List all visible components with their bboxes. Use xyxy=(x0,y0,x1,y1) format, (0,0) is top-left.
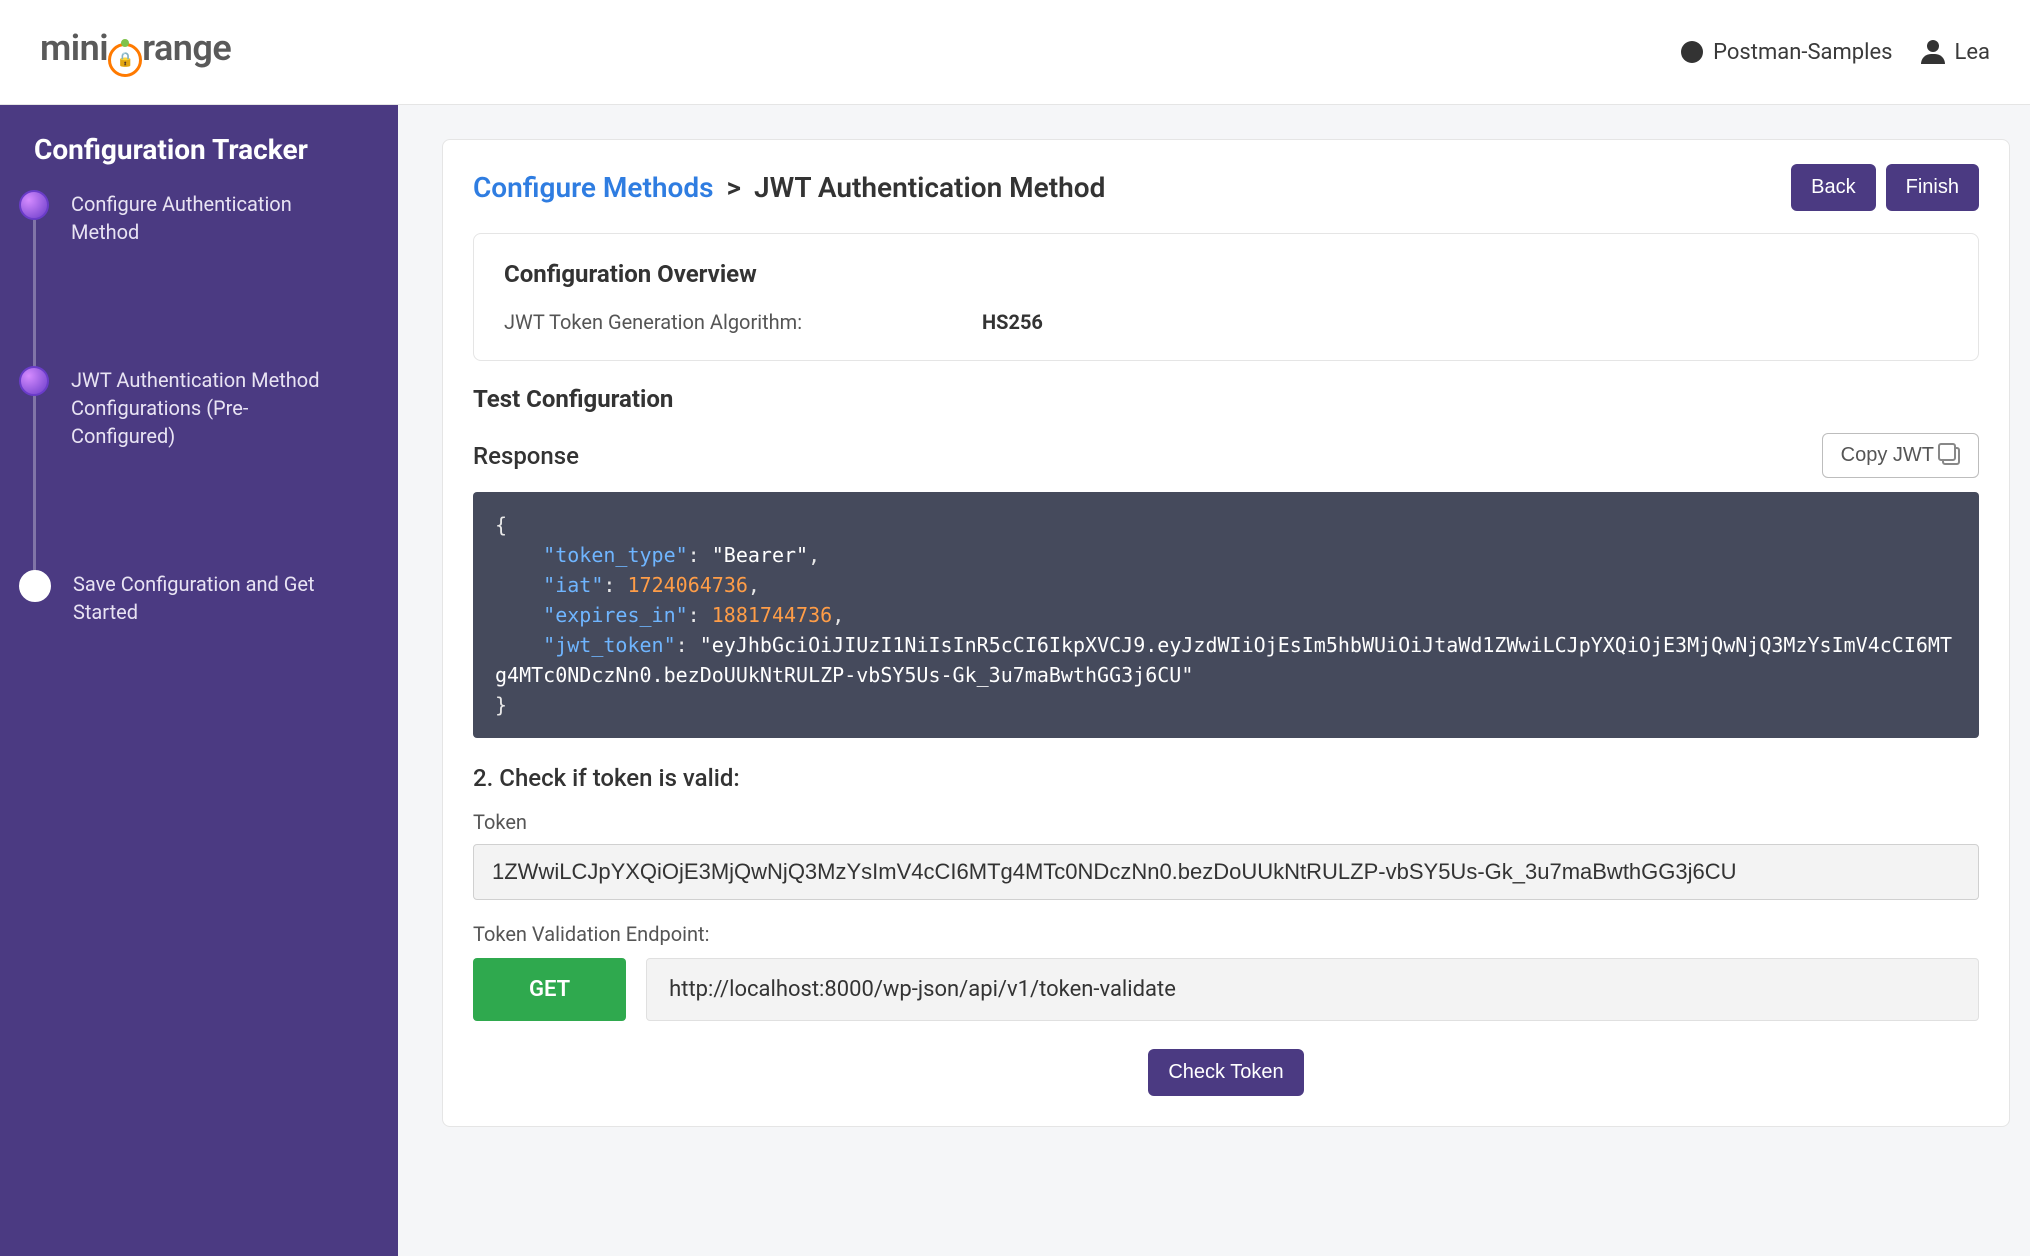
sidebar-title: Configuration Tracker xyxy=(34,133,368,166)
breadcrumb: Configure Methods > JWT Authentication M… xyxy=(473,171,1105,204)
step-marker-icon xyxy=(19,570,51,602)
algo-label: JWT Token Generation Algorithm: xyxy=(504,310,802,334)
topbar-right: Postman-Samples Lea xyxy=(1681,40,1990,65)
step-1-label: Configure Authentication Method xyxy=(71,190,351,246)
logo[interactable]: mini🔒range xyxy=(40,27,231,77)
copy-jwt-button[interactable]: Copy JWT xyxy=(1822,433,1979,478)
algo-value: HS256 xyxy=(982,310,1043,334)
postman-label: Postman-Samples xyxy=(1713,40,1892,65)
endpoint-url[interactable]: http://localhost:8000/wp-json/api/v1/tok… xyxy=(646,958,1979,1021)
postman-icon xyxy=(1681,41,1703,63)
back-button[interactable]: Back xyxy=(1791,164,1875,211)
user-dropdown[interactable]: Lea xyxy=(1921,40,1990,65)
step-marker-icon xyxy=(19,366,49,396)
endpoint-label: Token Validation Endpoint: xyxy=(473,922,1979,946)
topbar: mini🔒range Postman-Samples Lea xyxy=(0,0,2030,105)
breadcrumb-root-link[interactable]: Configure Methods xyxy=(473,171,714,204)
test-config-title: Test Configuration xyxy=(473,385,1979,413)
breadcrumb-sep: > xyxy=(726,171,741,204)
token-input[interactable] xyxy=(473,844,1979,900)
sidebar: Configuration Tracker Configure Authenti… xyxy=(0,105,398,1256)
finish-button[interactable]: Finish xyxy=(1886,164,1979,211)
check-token-button[interactable]: Check Token xyxy=(1148,1049,1303,1096)
step-marker-icon xyxy=(19,190,49,220)
http-method-badge: GET xyxy=(473,958,626,1021)
step-3-label: Save Configuration and Get Started xyxy=(73,570,353,626)
logo-post: range xyxy=(142,27,231,69)
config-overview-title: Configuration Overview xyxy=(504,260,1948,288)
main-content: Configure Methods > JWT Authentication M… xyxy=(398,105,2030,1256)
step-2-label: JWT Authentication Method Configurations… xyxy=(71,366,351,450)
postman-samples-link[interactable]: Postman-Samples xyxy=(1681,40,1892,65)
copy-jwt-label: Copy JWT xyxy=(1841,444,1934,467)
response-json[interactable]: { "token_type": "Bearer", "iat": 1724064… xyxy=(473,492,1979,738)
tracker-step-2[interactable]: JWT Authentication Method Configurations… xyxy=(68,366,368,570)
token-label: Token xyxy=(473,810,1979,834)
user-icon xyxy=(1921,40,1945,64)
tracker-step-3[interactable]: Save Configuration and Get Started xyxy=(68,570,368,626)
logo-pre: mini xyxy=(40,27,108,69)
copy-icon xyxy=(1942,447,1960,465)
breadcrumb-current: JWT Authentication Method xyxy=(754,171,1105,204)
user-label: Lea xyxy=(1955,40,1990,65)
config-overview-card: Configuration Overview JWT Token Generat… xyxy=(473,233,1979,361)
response-label: Response xyxy=(473,442,579,470)
tracker-step-1[interactable]: Configure Authentication Method xyxy=(68,190,368,366)
logo-orange-o: 🔒 xyxy=(108,27,142,77)
check-token-heading: 2. Check if token is valid: xyxy=(473,764,1979,792)
